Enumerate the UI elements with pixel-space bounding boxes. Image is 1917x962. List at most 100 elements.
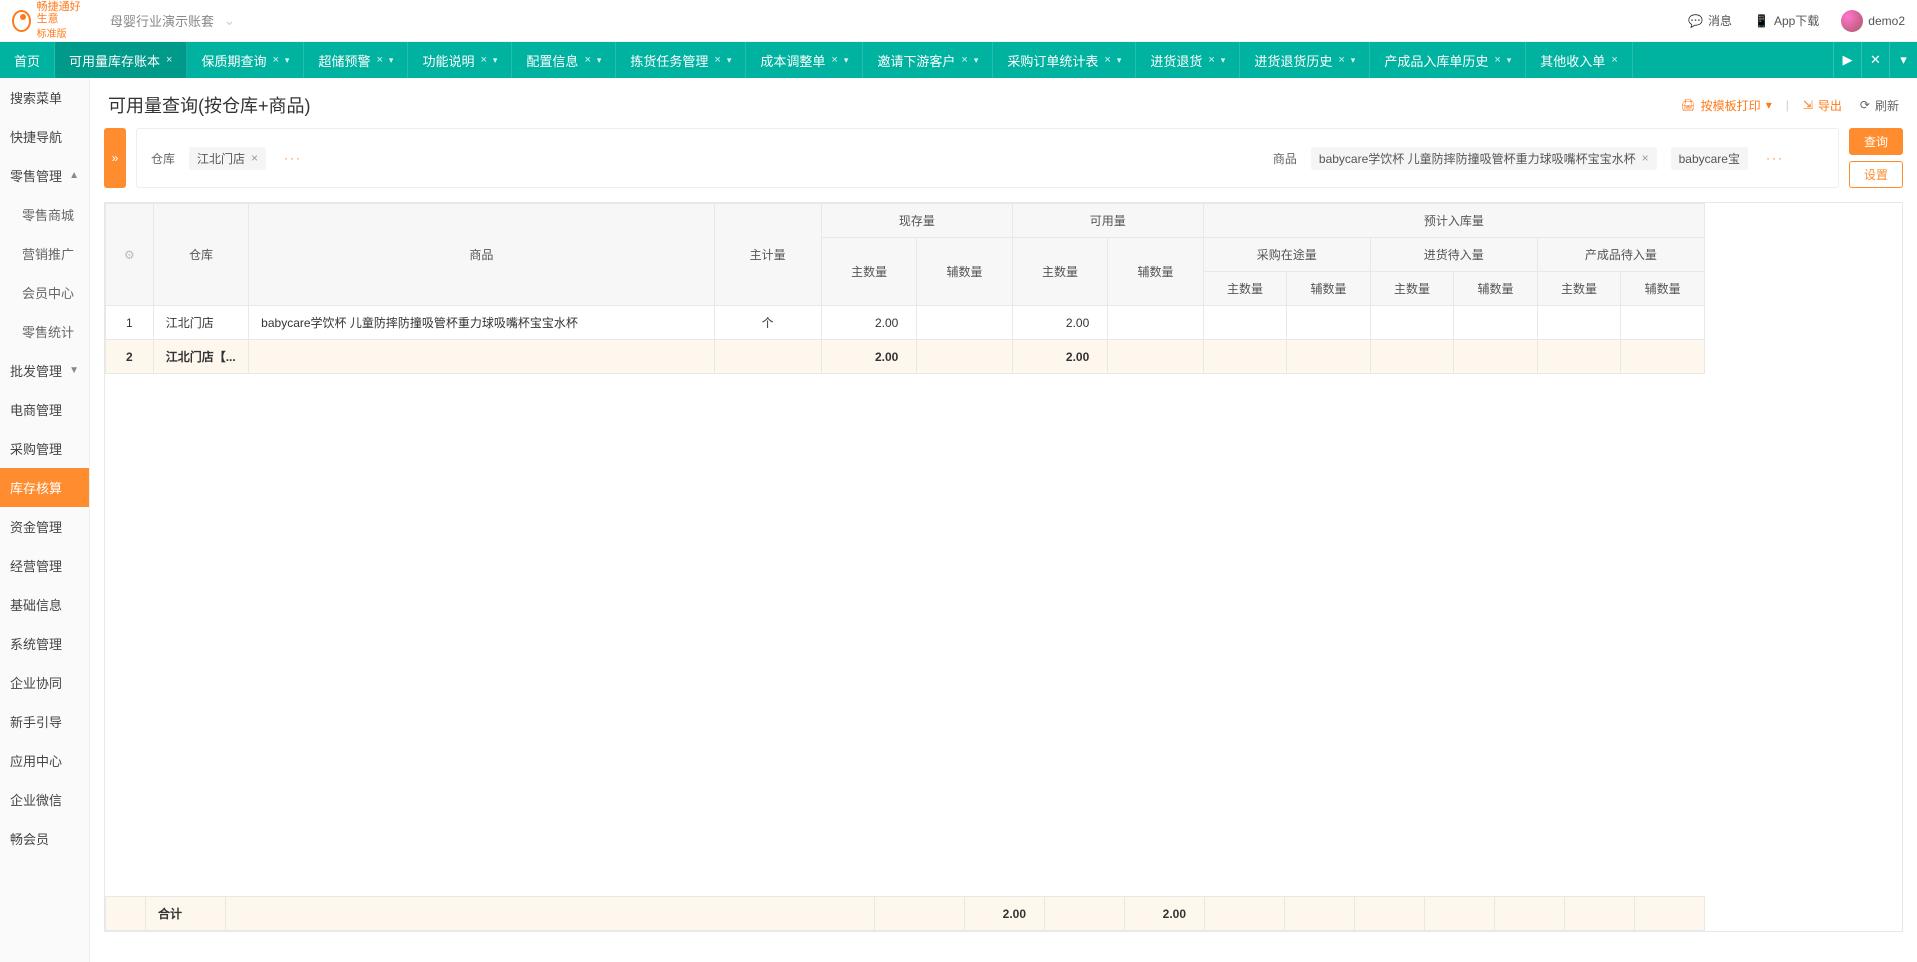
tab-10[interactable]: 进货退货×▾	[1136, 42, 1240, 78]
close-icon[interactable]: ×	[584, 54, 590, 66]
col-grn-aux[interactable]: 辅数量	[1454, 272, 1538, 306]
messages-button[interactable]: 💬 消息	[1688, 12, 1732, 29]
close-icon[interactable]: ×	[1494, 54, 1500, 66]
close-icon[interactable]: ×	[166, 54, 172, 66]
close-icon[interactable]: ×	[272, 54, 278, 66]
col-fg-main[interactable]: 主数量	[1537, 272, 1621, 306]
tab-3[interactable]: 超储预警×▾	[304, 42, 408, 78]
sidebar-item-10[interactable]: 系统管理	[0, 624, 89, 663]
close-icon[interactable]: ×	[1208, 54, 1214, 66]
product-tag-2[interactable]: babycare宝	[1671, 147, 1748, 170]
table-row[interactable]: 1江北门店babycare学饮杯 儿童防摔防撞吸管杯重力球吸嘴杯宝宝水杯个2.0…	[106, 306, 1705, 340]
sidebar-item-2[interactable]: 零售管理▲	[0, 156, 89, 195]
chevron-down-icon: ▾	[389, 55, 394, 66]
cell	[917, 340, 1012, 374]
tab-1[interactable]: 可用量库存账本×	[55, 42, 187, 78]
product-more[interactable]: ···	[1766, 151, 1784, 165]
settings-button[interactable]: 设置	[1849, 161, 1903, 188]
tabs-menu[interactable]: ▾	[1889, 42, 1917, 78]
sidebar-item-3[interactable]: 批发管理▼	[0, 351, 89, 390]
logo-icon	[12, 10, 31, 32]
col-expected-in[interactable]: 预计入库量	[1203, 204, 1704, 238]
col-avail-aux[interactable]: 辅数量	[1108, 238, 1203, 306]
warehouse-tag[interactable]: 江北门店 ×	[189, 147, 266, 170]
close-icon[interactable]: ×	[251, 151, 258, 165]
tab-0[interactable]: 首页	[0, 42, 55, 78]
close-icon[interactable]: ×	[480, 54, 486, 66]
col-fg-pending[interactable]: 产成品待入量	[1537, 238, 1704, 272]
close-icon[interactable]: ×	[714, 54, 720, 66]
sidebar-item-label: 零售管理	[10, 166, 62, 185]
col-fg-aux[interactable]: 辅数量	[1621, 272, 1705, 306]
col-product[interactable]: 商品	[249, 204, 714, 306]
sidebar-item-0[interactable]: 搜索菜单	[0, 78, 89, 117]
sidebar-item-1[interactable]: 快捷导航	[0, 117, 89, 156]
col-po-transit[interactable]: 采购在途量	[1203, 238, 1370, 272]
sidebar-item-6[interactable]: 库存核算	[0, 468, 89, 507]
sidebar-item-9[interactable]: 基础信息	[0, 585, 89, 624]
product-tag-1[interactable]: babycare学饮杯 儿童防摔防撞吸管杯重力球吸嘴杯宝宝水杯 ×	[1311, 147, 1657, 170]
close-icon[interactable]: ×	[1611, 54, 1617, 66]
close-icon[interactable]: ×	[1642, 151, 1649, 165]
tabs-scroll-right[interactable]: ▶	[1833, 42, 1861, 78]
col-stock-main[interactable]: 主数量	[821, 238, 916, 306]
col-grn-main[interactable]: 主数量	[1370, 272, 1454, 306]
sidebar-item-14[interactable]: 企业微信	[0, 780, 89, 819]
sidebar-item-4[interactable]: 电商管理	[0, 390, 89, 429]
sidebar-subitem-2-0[interactable]: 零售商城	[0, 195, 89, 234]
tab-13[interactable]: 其他收入单×	[1526, 42, 1632, 78]
logo[interactable]: 畅捷通好生意 标准版	[12, 1, 90, 40]
sidebar-item-7[interactable]: 资金管理	[0, 507, 89, 546]
sidebar-subitem-2-1[interactable]: 营销推广	[0, 234, 89, 273]
tabs-close-all[interactable]: ✕	[1861, 42, 1889, 78]
sidebar-item-15[interactable]: 畅会员	[0, 819, 89, 858]
collapse-filter-button[interactable]: »	[104, 128, 126, 188]
sidebar-subitem-2-2[interactable]: 会员中心	[0, 273, 89, 312]
gear-column[interactable]: ⚙	[106, 204, 154, 306]
col-available[interactable]: 可用量	[1012, 204, 1203, 238]
close-icon[interactable]: ×	[1104, 54, 1110, 66]
query-button[interactable]: 查询	[1849, 128, 1903, 155]
tenant-selector[interactable]: 母婴行业演示账套 ⌄	[110, 11, 235, 30]
tab-11[interactable]: 进货退货历史×▾	[1240, 42, 1370, 78]
tab-12[interactable]: 产成品入库单历史×▾	[1370, 42, 1526, 78]
export-button[interactable]: ⇲ 导出	[1803, 97, 1842, 114]
sidebar-item-11[interactable]: 企业协同	[0, 663, 89, 702]
tab-4[interactable]: 功能说明×▾	[408, 42, 512, 78]
data-table: ⚙ 仓库 商品 主计量 现存量 可用量 预计入库量 主数量 辅数量 主数量 辅数…	[104, 202, 1903, 932]
col-stock-aux[interactable]: 辅数量	[917, 238, 1012, 306]
app-download-button[interactable]: 📱 App下载	[1754, 12, 1819, 29]
close-icon[interactable]: ×	[831, 54, 837, 66]
tab-7[interactable]: 成本调整单×▾	[746, 42, 863, 78]
sidebar-item-12[interactable]: 新手引导	[0, 702, 89, 741]
tab-8[interactable]: 邀请下游客户×▾	[863, 42, 993, 78]
tab-9[interactable]: 采购订单统计表×▾	[993, 42, 1136, 78]
filter-bar: » 仓库 江北门店 × ··· 商品 babycare学饮杯 儿童防摔防撞吸管杯…	[90, 128, 1917, 202]
print-button[interactable]: 🖨 按模板打印 ▾	[1680, 97, 1771, 114]
close-icon[interactable]: ×	[961, 54, 967, 66]
chevron-down-icon: ▾	[1766, 98, 1772, 112]
col-warehouse[interactable]: 仓库	[153, 204, 248, 306]
refresh-button[interactable]: ⟳ 刷新	[1860, 97, 1899, 114]
horizontal-scrollbar[interactable]	[104, 940, 1903, 954]
tab-2[interactable]: 保质期查询×▾	[187, 42, 304, 78]
col-po-main[interactable]: 主数量	[1203, 272, 1287, 306]
warehouse-more[interactable]: ···	[284, 151, 302, 165]
tab-5[interactable]: 配置信息×▾	[512, 42, 616, 78]
user-menu[interactable]: demo2	[1841, 10, 1905, 32]
close-icon[interactable]: ×	[1338, 54, 1344, 66]
sidebar-item-5[interactable]: 采购管理	[0, 429, 89, 468]
table-row[interactable]: 2江北门店【...2.002.00	[106, 340, 1705, 374]
close-icon[interactable]: ×	[376, 54, 382, 66]
col-unit[interactable]: 主计量	[714, 204, 821, 306]
tab-6[interactable]: 拣货任务管理×▾	[616, 42, 746, 78]
gear-icon: ⚙	[124, 248, 135, 262]
sidebar-item-13[interactable]: 应用中心	[0, 741, 89, 780]
sidebar-subitem-2-3[interactable]: 零售统计	[0, 312, 89, 351]
download-icon: 📱	[1754, 14, 1769, 28]
col-grn-pending[interactable]: 进货待入量	[1370, 238, 1537, 272]
sidebar-item-8[interactable]: 经营管理	[0, 546, 89, 585]
col-po-aux[interactable]: 辅数量	[1287, 272, 1371, 306]
col-stock[interactable]: 现存量	[821, 204, 1012, 238]
col-avail-main[interactable]: 主数量	[1012, 238, 1107, 306]
